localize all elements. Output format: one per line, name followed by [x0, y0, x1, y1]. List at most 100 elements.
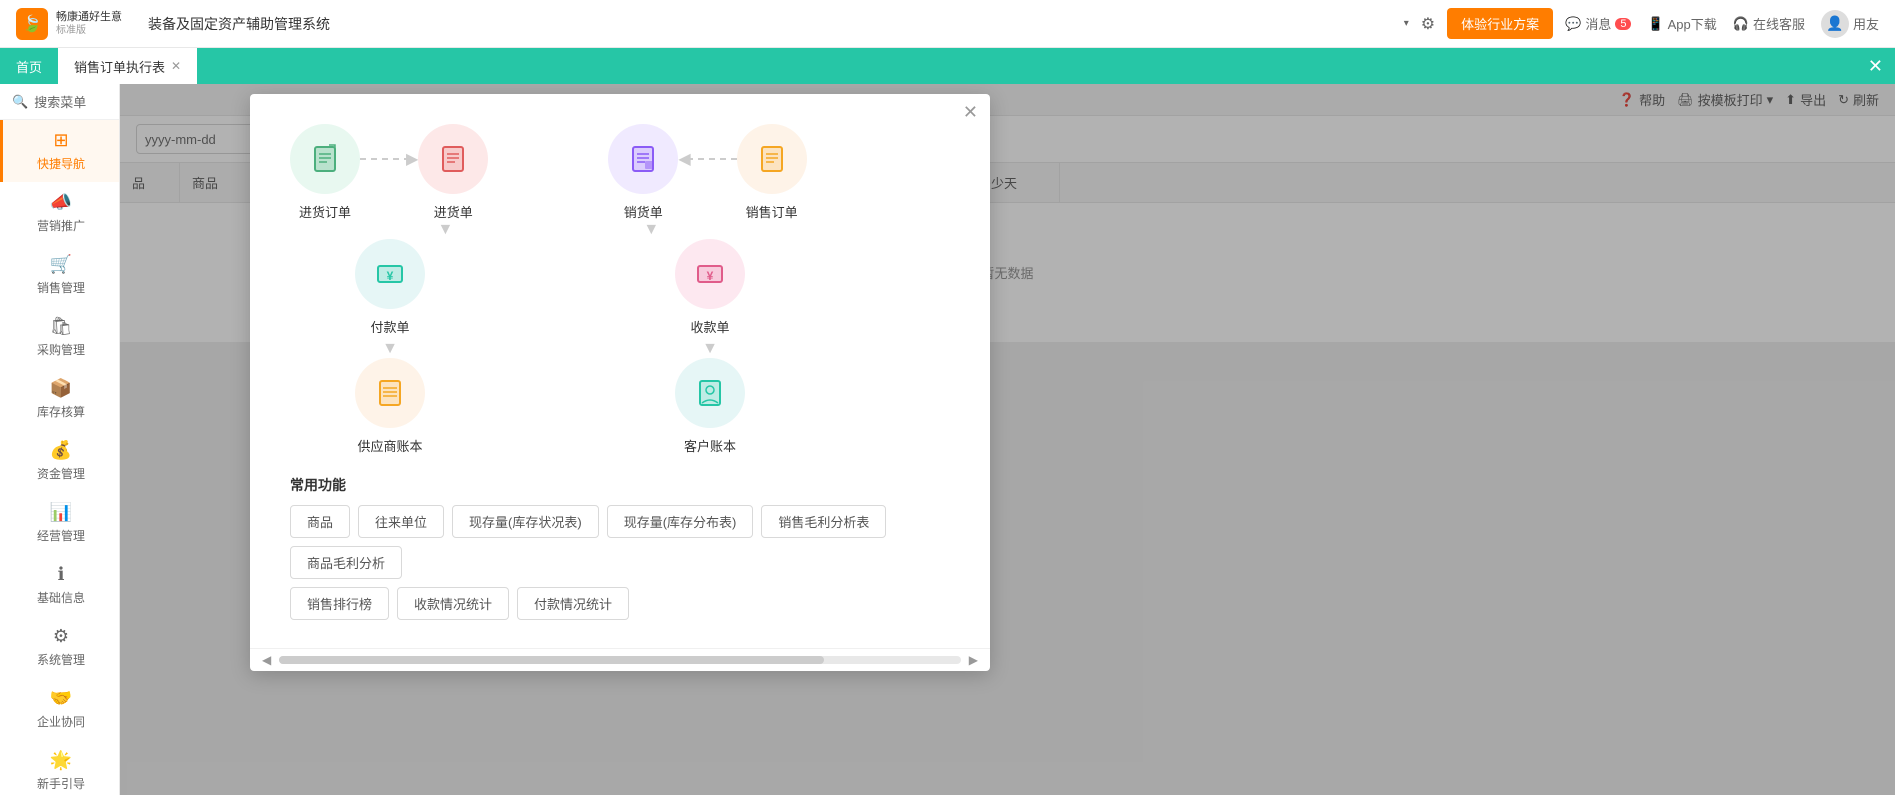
- modal-scrollbar: ◀ ▶: [250, 648, 990, 671]
- common-title: 常用功能: [290, 475, 950, 495]
- gear-button[interactable]: ⚙: [1421, 14, 1435, 34]
- basic-info-icon: ℹ: [58, 564, 65, 585]
- message-icon: 💬: [1565, 16, 1581, 32]
- system-icon: ⚙: [53, 626, 69, 647]
- tab-close-icon[interactable]: ✕: [171, 59, 181, 73]
- operations-icon: 📊: [50, 502, 72, 523]
- func-btn-sales-rank[interactable]: 销售排行榜: [290, 587, 389, 620]
- finance-icon: 💰: [50, 440, 72, 461]
- purchase-bill-item[interactable]: 进货单: [418, 124, 488, 221]
- customer-ledger-icon: [675, 358, 745, 428]
- tab-sales-order-label: 销售订单执行表: [74, 57, 165, 76]
- sidebar-item-guide[interactable]: 🌟 新手引导: [0, 740, 119, 795]
- sales-icon: 🛒: [50, 254, 72, 275]
- inventory-icon: 📦: [50, 378, 72, 399]
- logo-icon: 🍃: [16, 8, 48, 40]
- purchase-bill-label: 进货单: [434, 202, 473, 221]
- experience-button[interactable]: 体验行业方案: [1447, 8, 1553, 39]
- sales-order-label: 销售订单: [746, 202, 798, 221]
- sidebar: 🔍 搜索菜单 ⊞ 快捷导航 📣 营销推广 🛒 销售管理 🛍 采购管理 📦 库存核…: [0, 84, 120, 795]
- search-icon: 🔍: [12, 94, 28, 110]
- sales-bill-icon: [608, 124, 678, 194]
- sales-order-icon: [737, 124, 807, 194]
- modal-body: 进货订单 ▶ 进货单: [250, 94, 990, 648]
- service-icon: 🎧: [1733, 16, 1749, 32]
- supplier-ledger-label: 供应商账本: [357, 436, 422, 455]
- enterprise-icon: 🤝: [50, 688, 72, 709]
- search-menu[interactable]: 🔍 搜索菜单: [0, 84, 119, 120]
- content-area: ❓ 帮助 🖨 按模板打印 ▾ ⬆ 导出 ↻ 刷新 📅 📅: [120, 84, 1895, 795]
- sidebar-item-basic-info[interactable]: ℹ 基础信息: [0, 554, 119, 616]
- logo-area: 🍃 畅康通好生意 标准版: [16, 8, 136, 40]
- supplier-ledger-icon: [355, 358, 425, 428]
- sales-bill-item[interactable]: 销货单: [608, 124, 678, 221]
- quick-nav-modal: ✕ 进货订单: [250, 94, 990, 671]
- func-btn-counterpart[interactable]: 往来单位: [358, 505, 444, 538]
- system-dropdown-arrow[interactable]: ▾: [1404, 18, 1409, 29]
- payment-bill-item[interactable]: ¥ 付款单: [355, 239, 425, 336]
- receipt-bill-label: 收款单: [690, 317, 729, 336]
- sidebar-item-purchase[interactable]: 🛍 采购管理: [0, 306, 119, 368]
- func-btn-payment-stats[interactable]: 付款情况统计: [517, 587, 629, 620]
- sidebar-item-system[interactable]: ⚙ 系统管理: [0, 616, 119, 678]
- sidebar-item-quick-nav[interactable]: ⊞ 快捷导航: [0, 120, 119, 182]
- download-icon: 📱: [1647, 16, 1663, 32]
- svg-text:¥: ¥: [707, 269, 714, 283]
- purchase-order-icon: [290, 124, 360, 194]
- purchase-order-item[interactable]: 进货订单: [290, 124, 360, 221]
- sidebar-item-enterprise[interactable]: 🤝 企业协同: [0, 678, 119, 740]
- message-button[interactable]: 💬 消息 5: [1565, 14, 1631, 33]
- logo-text: 畅康通好生意 标准版: [56, 10, 122, 37]
- modal-overlay: ✕ 进货订单: [120, 84, 1895, 795]
- message-badge: 5: [1615, 18, 1631, 30]
- func-buttons-row1: 商品 往来单位 现存量(库存状况表) 现存量(库存分布表) 销售毛利分析表 商品…: [290, 505, 950, 579]
- customer-ledger-label: 客户账本: [684, 436, 736, 455]
- func-btn-stock-status[interactable]: 现存量(库存状况表): [452, 505, 599, 538]
- guide-icon: 🌟: [50, 750, 72, 771]
- customer-ledger-item[interactable]: 客户账本: [675, 358, 745, 455]
- common-functions: 常用功能 商品 往来单位 现存量(库存状况表) 现存量(库存分布表) 销售毛利分…: [290, 475, 950, 620]
- top-header: 🍃 畅康通好生意 标准版 装备及固定资产辅助管理系统 ▾ ⚙ 体验行业方案 💬 …: [0, 0, 1895, 48]
- supplier-ledger-item[interactable]: 供应商账本: [355, 358, 425, 455]
- payment-bill-label: 付款单: [370, 317, 409, 336]
- purchase-icon: 🛍: [50, 316, 73, 337]
- func-buttons-row2: 销售排行榜 收款情况统计 付款情况统计: [290, 587, 950, 620]
- app-download-button[interactable]: 📱 App下载: [1647, 14, 1716, 33]
- purchase-bill-icon: [418, 124, 488, 194]
- sidebar-item-finance[interactable]: 💰 资金管理: [0, 430, 119, 492]
- receipt-bill-icon: ¥: [675, 239, 745, 309]
- svg-text:¥: ¥: [387, 269, 394, 283]
- payment-bill-icon: ¥: [355, 239, 425, 309]
- tab-home[interactable]: 首页: [0, 48, 58, 84]
- tab-bar: 首页 销售订单执行表 ✕ ✕: [0, 48, 1895, 84]
- header-right: 💬 消息 5 📱 App下载 🎧 在线客服 👤 用友: [1565, 10, 1879, 38]
- func-btn-product-margin[interactable]: 商品毛利分析: [290, 546, 402, 579]
- sales-bill-label: 销货单: [624, 202, 663, 221]
- user-menu[interactable]: 👤 用友: [1821, 10, 1879, 38]
- sales-order-item[interactable]: 销售订单: [737, 124, 807, 221]
- scroll-right-arrow[interactable]: ▶: [969, 653, 978, 667]
- sidebar-item-operations[interactable]: 📊 经营管理: [0, 492, 119, 554]
- func-btn-product[interactable]: 商品: [290, 505, 350, 538]
- close-all-tabs[interactable]: ✕: [1856, 56, 1895, 77]
- scroll-thumb: [279, 656, 824, 664]
- system-title: 装备及固定资产辅助管理系统: [148, 14, 1392, 34]
- func-btn-receipt-stats[interactable]: 收款情况统计: [397, 587, 509, 620]
- tab-sales-order[interactable]: 销售订单执行表 ✕: [58, 48, 197, 84]
- scroll-left-arrow[interactable]: ◀: [262, 653, 271, 667]
- purchase-order-label: 进货订单: [299, 202, 351, 221]
- sidebar-item-sales[interactable]: 🛒 销售管理: [0, 244, 119, 306]
- quick-nav-icon: ⊞: [53, 130, 68, 151]
- modal-close-button[interactable]: ✕: [963, 102, 978, 123]
- online-service-button[interactable]: 🎧 在线客服: [1733, 14, 1805, 33]
- func-btn-stock-dist[interactable]: 现存量(库存分布表): [607, 505, 754, 538]
- marketing-icon: 📣: [50, 192, 72, 213]
- sidebar-item-inventory[interactable]: 📦 库存核算: [0, 368, 119, 430]
- receipt-bill-item[interactable]: ¥ 收款单: [675, 239, 745, 336]
- func-btn-sales-margin[interactable]: 销售毛利分析表: [761, 505, 886, 538]
- sidebar-item-marketing[interactable]: 📣 营销推广: [0, 182, 119, 244]
- main-layout: 🔍 搜索菜单 ⊞ 快捷导航 📣 营销推广 🛒 销售管理 🛍 采购管理 📦 库存核…: [0, 84, 1895, 795]
- scroll-track[interactable]: [279, 656, 961, 664]
- tab-home-label: 首页: [16, 57, 42, 76]
- avatar: 👤: [1821, 10, 1849, 38]
